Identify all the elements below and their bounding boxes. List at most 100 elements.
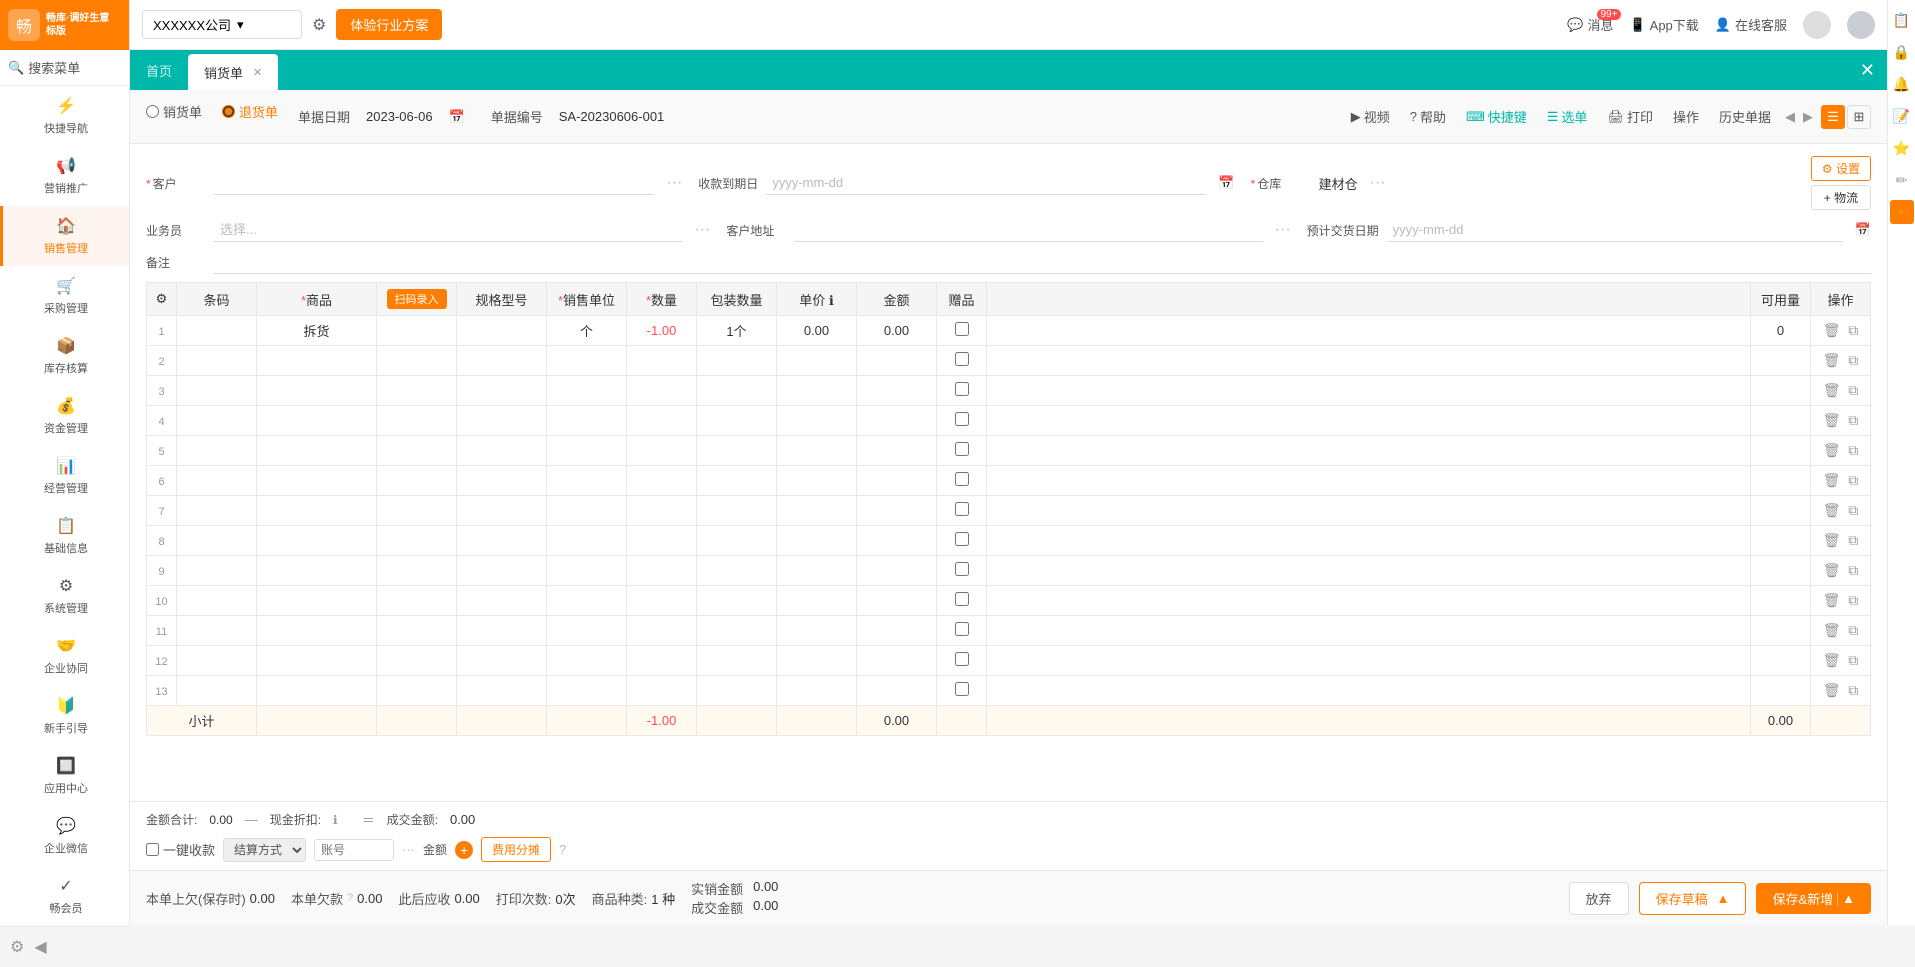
copy-icon-2[interactable]: ⧉ (1846, 352, 1860, 368)
cell-spec-1[interactable] (457, 316, 547, 346)
right-icon-2[interactable]: 🔒 (1890, 40, 1914, 64)
barcode-input-13[interactable] (183, 683, 250, 698)
cell-gift-8[interactable] (937, 526, 987, 556)
print-btn[interactable]: 🖨 打印 (1601, 104, 1659, 129)
operate-btn[interactable]: 操作 (1667, 104, 1705, 129)
radio-sales[interactable]: 销货单 (146, 102, 202, 121)
cell-barcode-1[interactable] (177, 316, 257, 346)
calendar-icon[interactable]: 📅 (449, 109, 465, 125)
settle-method-select[interactable]: 结算方式 (223, 838, 306, 862)
cell-barcode-3[interactable] (177, 376, 257, 406)
cell-qty-8[interactable] (627, 526, 697, 556)
logistics-button[interactable]: + 物流 (1811, 185, 1871, 210)
gift-checkbox-3[interactable] (955, 382, 969, 396)
cell-product-10[interactable] (257, 586, 377, 616)
delete-icon-2[interactable]: 🗑 (1821, 352, 1843, 368)
copy-icon-1[interactable]: ⧉ (1846, 322, 1860, 338)
cell-price-6[interactable] (777, 466, 857, 496)
gift-checkbox-12[interactable] (955, 652, 969, 666)
cell-qty-9[interactable] (627, 556, 697, 586)
cell-spec-5[interactable] (457, 436, 547, 466)
customer-addr-input[interactable] (794, 218, 1262, 242)
user-avatar2[interactable] (1847, 11, 1875, 39)
delete-icon-1[interactable]: 🗑 (1821, 322, 1843, 338)
delete-icon-5[interactable]: 🗑 (1821, 442, 1843, 458)
warehouse-dots[interactable]: ··· (1370, 174, 1386, 192)
delete-icon-8[interactable]: 🗑 (1821, 532, 1843, 548)
gift-checkbox-13[interactable] (955, 682, 969, 696)
copy-icon-5[interactable]: ⧉ (1846, 442, 1860, 458)
barcode-input-10[interactable] (183, 593, 250, 608)
cell-product-11[interactable] (257, 616, 377, 646)
help-btn[interactable]: ? 帮助 (1404, 104, 1452, 129)
sidebar-search[interactable]: 🔍 搜索菜单 (0, 50, 129, 86)
cell-gift-5[interactable] (937, 436, 987, 466)
app-download-btn[interactable]: 📱 App下载 (1629, 15, 1698, 34)
radio-sales-input[interactable] (146, 105, 159, 118)
copy-icon-3[interactable]: ⧉ (1846, 382, 1860, 398)
barcode-input-1[interactable] (183, 323, 250, 338)
messages-btn[interactable]: 💬 消息 99+ (1567, 15, 1613, 34)
header-gear-icon[interactable]: ⚙ (312, 15, 326, 35)
cell-barcode-4[interactable] (177, 406, 257, 436)
cell-product-8[interactable] (257, 526, 377, 556)
receive-date-cal[interactable]: 📅 (1218, 175, 1234, 191)
barcode-input-4[interactable] (183, 413, 250, 428)
cell-qty-6[interactable] (627, 466, 697, 496)
cell-gift-7[interactable] (937, 496, 987, 526)
online-service-btn[interactable]: 👤 在线客服 (1715, 15, 1787, 34)
cell-price-12[interactable] (777, 646, 857, 676)
right-icon-7[interactable]: 🔸 (1890, 200, 1914, 224)
cell-barcode-8[interactable] (177, 526, 257, 556)
cell-qty-10[interactable] (627, 586, 697, 616)
expected-date-input[interactable] (1387, 218, 1843, 242)
cell-price-11[interactable] (777, 616, 857, 646)
barcode-input-11[interactable] (183, 623, 250, 638)
cell-spec-13[interactable] (457, 676, 547, 706)
sidebar-item-vip[interactable]: ✓ 畅会员 (0, 866, 129, 926)
delete-icon-10[interactable]: 🗑 (1821, 592, 1843, 608)
barcode-input-7[interactable] (183, 503, 250, 518)
gift-checkbox-11[interactable] (955, 622, 969, 636)
barcode-input-8[interactable] (183, 533, 250, 548)
salesperson-dots[interactable]: ··· (694, 221, 710, 239)
cell-price-9[interactable] (777, 556, 857, 586)
cell-barcode-11[interactable] (177, 616, 257, 646)
cell-gift-10[interactable] (937, 586, 987, 616)
cell-product-1[interactable]: 拆货 (257, 316, 377, 346)
cell-product-12[interactable] (257, 646, 377, 676)
cell-qty-11[interactable] (627, 616, 697, 646)
sidebar-item-sales[interactable]: 🏠 销售管理 (0, 206, 129, 266)
cell-spec-8[interactable] (457, 526, 547, 556)
cell-spec-6[interactable] (457, 466, 547, 496)
expected-date-cal[interactable]: 📅 (1855, 222, 1871, 238)
setup-button[interactable]: ⚙ 设置 (1811, 156, 1871, 181)
delete-icon-6[interactable]: 🗑 (1821, 472, 1843, 488)
copy-icon-10[interactable]: ⧉ (1846, 592, 1860, 608)
radio-return-input[interactable] (222, 105, 235, 118)
nav-prev-btn[interactable]: ◀ (1785, 109, 1795, 125)
copy-icon-8[interactable]: ⧉ (1846, 532, 1860, 548)
sidebar-item-marketing[interactable]: 📢 营销推广 (0, 146, 129, 206)
delete-icon-12[interactable]: 🗑 (1821, 652, 1843, 668)
company-selector[interactable]: XXXXXX公司 ▾ (142, 10, 302, 39)
copy-icon-12[interactable]: ⧉ (1846, 652, 1860, 668)
history-btn[interactable]: 历史单据 (1713, 104, 1777, 129)
cell-qty-7[interactable] (627, 496, 697, 526)
gift-checkbox-10[interactable] (955, 592, 969, 606)
tab-sales-order[interactable]: 销货单 ✕ (188, 54, 278, 90)
one-click-pay-checkbox[interactable] (146, 843, 159, 856)
abandon-button[interactable]: 放弃 (1569, 882, 1629, 915)
add-button[interactable]: + (455, 841, 473, 859)
cell-spec-2[interactable] (457, 346, 547, 376)
cell-price-4[interactable] (777, 406, 857, 436)
view-list-btn[interactable]: ☰ (1821, 105, 1845, 129)
gift-checkbox-1[interactable] (955, 322, 969, 336)
cell-product-5[interactable] (257, 436, 377, 466)
notes-input[interactable] (214, 250, 1871, 274)
cell-qty-13[interactable] (627, 676, 697, 706)
cell-spec-9[interactable] (457, 556, 547, 586)
delete-icon-3[interactable]: 🗑 (1821, 382, 1843, 398)
gift-checkbox-5[interactable] (955, 442, 969, 456)
save-new-caret[interactable]: ▲ (1837, 891, 1855, 906)
